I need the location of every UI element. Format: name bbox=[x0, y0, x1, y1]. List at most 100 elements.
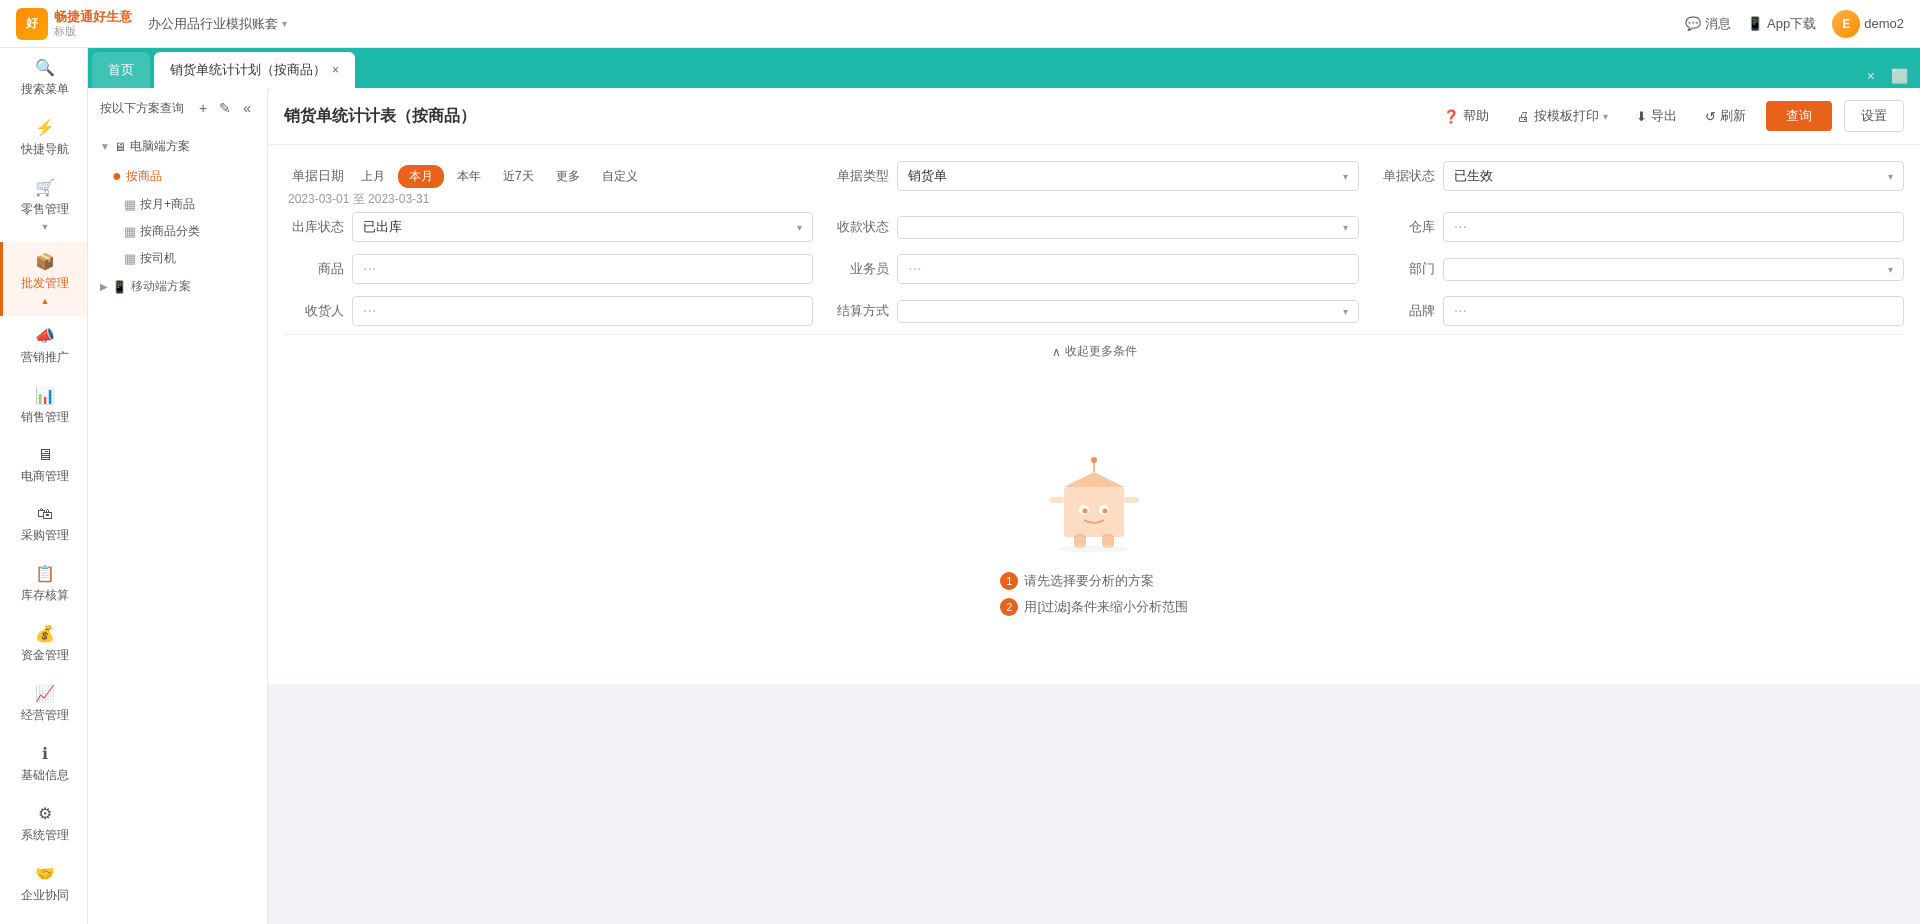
sidebar-item-enterprise[interactable]: 🤝 企业协同 bbox=[0, 854, 87, 914]
sidebar-item-purchase[interactable]: 🛍 采购管理 bbox=[0, 495, 87, 554]
sidebar-item-retail[interactable]: 🛒 零售管理 ▼ bbox=[0, 168, 87, 242]
svg-point-6 bbox=[1091, 457, 1097, 463]
date-current-month[interactable]: 本月 bbox=[398, 165, 444, 188]
filter-section: 单据日期 上月 本月 本年 近7天 更多 自定义 bbox=[268, 145, 1920, 384]
download-icon: 📱 bbox=[1747, 16, 1763, 31]
panel-header: 按以下方案查询 + ✎ « bbox=[88, 88, 267, 128]
grid-icon-3: ▦ bbox=[124, 251, 136, 266]
tree-item-by-goods[interactable]: ● 按商品 bbox=[88, 161, 267, 191]
svg-point-4 bbox=[1103, 509, 1108, 514]
sidebar-item-marketing[interactable]: 📣 营销推广 bbox=[0, 316, 87, 376]
svg-rect-0 bbox=[1064, 487, 1124, 537]
warehouse-input[interactable]: ··· bbox=[1443, 212, 1904, 242]
wholesale-icon: 📦 bbox=[35, 252, 55, 271]
app-download-button[interactable]: 📱 App下载 bbox=[1747, 15, 1816, 33]
date-custom[interactable]: 自定义 bbox=[593, 165, 647, 188]
dept-select[interactable]: ▾ bbox=[1443, 258, 1904, 281]
sidebar-item-inventory[interactable]: 📋 库存核算 bbox=[0, 554, 87, 614]
date-current-year[interactable]: 本年 bbox=[448, 165, 490, 188]
collapse-bar[interactable]: ∧ 收起更多条件 bbox=[284, 334, 1904, 368]
payment-filter: 结算方式 ▾ bbox=[829, 300, 1358, 323]
payment-select[interactable]: ▾ bbox=[897, 300, 1358, 323]
doc-type-filter: 单据类型 销货单 ▾ bbox=[829, 161, 1358, 191]
add-scheme-button[interactable]: + bbox=[195, 98, 211, 118]
goods-input[interactable]: ··· bbox=[352, 254, 813, 284]
refresh-icon: ↺ bbox=[1705, 109, 1716, 124]
nav-right: 💬 消息 📱 App下载 E demo2 bbox=[1685, 10, 1904, 38]
sidebar-item-wholesale[interactable]: 📦 批发管理 ▲ bbox=[0, 242, 87, 316]
print-button[interactable]: 🖨 按模板打印 ▾ bbox=[1509, 103, 1616, 129]
recv-status-arrow-icon: ▾ bbox=[1343, 222, 1348, 233]
message-button[interactable]: 💬 消息 bbox=[1685, 15, 1731, 33]
active-dot-icon: ● bbox=[112, 167, 122, 185]
tab-active[interactable]: 销货单统计计划（按商品） × bbox=[154, 52, 355, 88]
payment-arrow-icon: ▾ bbox=[1343, 306, 1348, 317]
date-more[interactable]: 更多 bbox=[547, 165, 589, 188]
mobile-section[interactable]: ▶ 📱 移动端方案 bbox=[88, 272, 267, 301]
sidebar: 🔍 搜索菜单 ⚡ 快捷导航 🛒 零售管理 ▼ 📦 批发管理 ▲ 📣 营销推广 📊… bbox=[0, 48, 88, 924]
main-layout: 🔍 搜索菜单 ⚡ 快捷导航 🛒 零售管理 ▼ 📦 批发管理 ▲ 📣 营销推广 📊… bbox=[0, 48, 1920, 924]
page-body: 按以下方案查询 + ✎ « ▼ 🖥 电脑端方案 ● 按商 bbox=[88, 88, 1920, 924]
system-icon: ⚙ bbox=[38, 804, 52, 823]
sidebar-item-system[interactable]: ⚙ 系统管理 bbox=[0, 794, 87, 854]
tree-item-by-driver[interactable]: ▦ 按司机 bbox=[88, 245, 267, 272]
out-status-select[interactable]: 已出库 ▾ bbox=[352, 212, 813, 242]
collapse-panel-button[interactable]: « bbox=[239, 98, 255, 118]
export-button[interactable]: ⬇ 导出 bbox=[1628, 103, 1685, 129]
sidebar-item-finance[interactable]: 💰 资金管理 bbox=[0, 614, 87, 674]
page-title: 销货单统计计表（按商品） bbox=[284, 106, 476, 127]
sidebar-item-sales[interactable]: 📊 销售管理 bbox=[0, 376, 87, 436]
filter-row-2: 出库状态 已出库 ▾ 收款状态 ▾ bbox=[284, 212, 1904, 242]
refresh-button[interactable]: ↺ 刷新 bbox=[1697, 103, 1754, 129]
user-profile[interactable]: E demo2 bbox=[1832, 10, 1904, 38]
tree-section: ▼ 🖥 电脑端方案 ● 按商品 ▦ 按月+商品 ▦ 按商品分类 bbox=[88, 128, 267, 305]
enterprise-icon: 🤝 bbox=[35, 864, 55, 883]
sidebar-item-basic[interactable]: ℹ 基础信息 bbox=[0, 734, 87, 794]
empty-tips: 1 请先选择要分析的方案 2 用[过滤]条件来缩小分析范围 bbox=[1000, 572, 1187, 624]
date-prev-month[interactable]: 上月 bbox=[352, 165, 394, 188]
brand-filter: 品牌 ··· bbox=[1375, 296, 1904, 326]
tip-1: 1 请先选择要分析的方案 bbox=[1000, 572, 1187, 590]
chevron-wholesale-icon: ▲ bbox=[41, 296, 50, 306]
tab-maximize-button[interactable]: ⬜ bbox=[1887, 64, 1912, 88]
sidebar-item-operations[interactable]: 📈 经营管理 bbox=[0, 674, 87, 734]
help-icon: ❓ bbox=[1443, 109, 1459, 124]
help-button[interactable]: ❓ 帮助 bbox=[1435, 103, 1497, 129]
doc-type-select[interactable]: 销货单 ▾ bbox=[897, 161, 1358, 191]
filter-container: 单据日期 上月 本月 本年 近7天 更多 自定义 bbox=[268, 145, 1920, 684]
query-button[interactable]: 查询 bbox=[1766, 101, 1832, 131]
panel-header-actions: + ✎ « bbox=[195, 98, 255, 118]
purchase-icon: 🛍 bbox=[37, 505, 53, 523]
workspace-selector[interactable]: 办公用品行业模拟账套 ▾ bbox=[140, 11, 295, 37]
finance-icon: 💰 bbox=[35, 624, 55, 643]
date-controls: 上月 本月 本年 近7天 更多 自定义 bbox=[352, 165, 813, 188]
tip-num-2: 2 bbox=[1000, 598, 1018, 616]
tree-desktop-section[interactable]: ▼ 🖥 电脑端方案 bbox=[88, 132, 267, 161]
tab-close-button[interactable]: × bbox=[332, 63, 339, 77]
retail-icon: 🛒 bbox=[35, 178, 55, 197]
doc-status-select[interactable]: 已生效 ▾ bbox=[1443, 161, 1904, 191]
recv-status-select[interactable]: ▾ bbox=[897, 216, 1358, 239]
right-content: 销货单统计计表（按商品） ❓ 帮助 🖨 按模板打印 ▾ ⬇ bbox=[268, 88, 1920, 924]
brand-input[interactable]: ··· bbox=[1443, 296, 1904, 326]
sidebar-item-search[interactable]: 🔍 搜索菜单 bbox=[0, 48, 87, 108]
sidebar-item-shortcut[interactable]: ⚡ 快捷导航 bbox=[0, 108, 87, 168]
sidebar-item-guide[interactable]: 🎯 新手引导 bbox=[0, 914, 87, 924]
recipient-input[interactable]: ··· bbox=[352, 296, 813, 326]
export-icon: ⬇ bbox=[1636, 109, 1647, 124]
tab-home[interactable]: 首页 bbox=[92, 52, 150, 88]
tree-item-by-category[interactable]: ▦ 按商品分类 bbox=[88, 218, 267, 245]
tree-item-by-month-goods[interactable]: ▦ 按月+商品 bbox=[88, 191, 267, 218]
chevron-retail-icon: ▼ bbox=[41, 222, 50, 232]
edit-scheme-button[interactable]: ✎ bbox=[215, 98, 235, 118]
sidebar-item-ecommerce[interactable]: 🖥 电商管理 bbox=[0, 436, 87, 495]
tab-minimize-button[interactable]: × bbox=[1863, 64, 1879, 88]
filter-row-3: 商品 ··· 业务员 ··· bbox=[284, 254, 1904, 284]
tree-arrow-icon: ▼ bbox=[100, 141, 110, 152]
date-7days[interactable]: 近7天 bbox=[494, 165, 543, 188]
svg-point-11 bbox=[1059, 545, 1129, 552]
lightning-icon: ⚡ bbox=[35, 118, 55, 137]
settings-button[interactable]: 设置 bbox=[1844, 100, 1904, 132]
staff-input[interactable]: ··· bbox=[897, 254, 1358, 284]
grid-icon-1: ▦ bbox=[124, 197, 136, 212]
